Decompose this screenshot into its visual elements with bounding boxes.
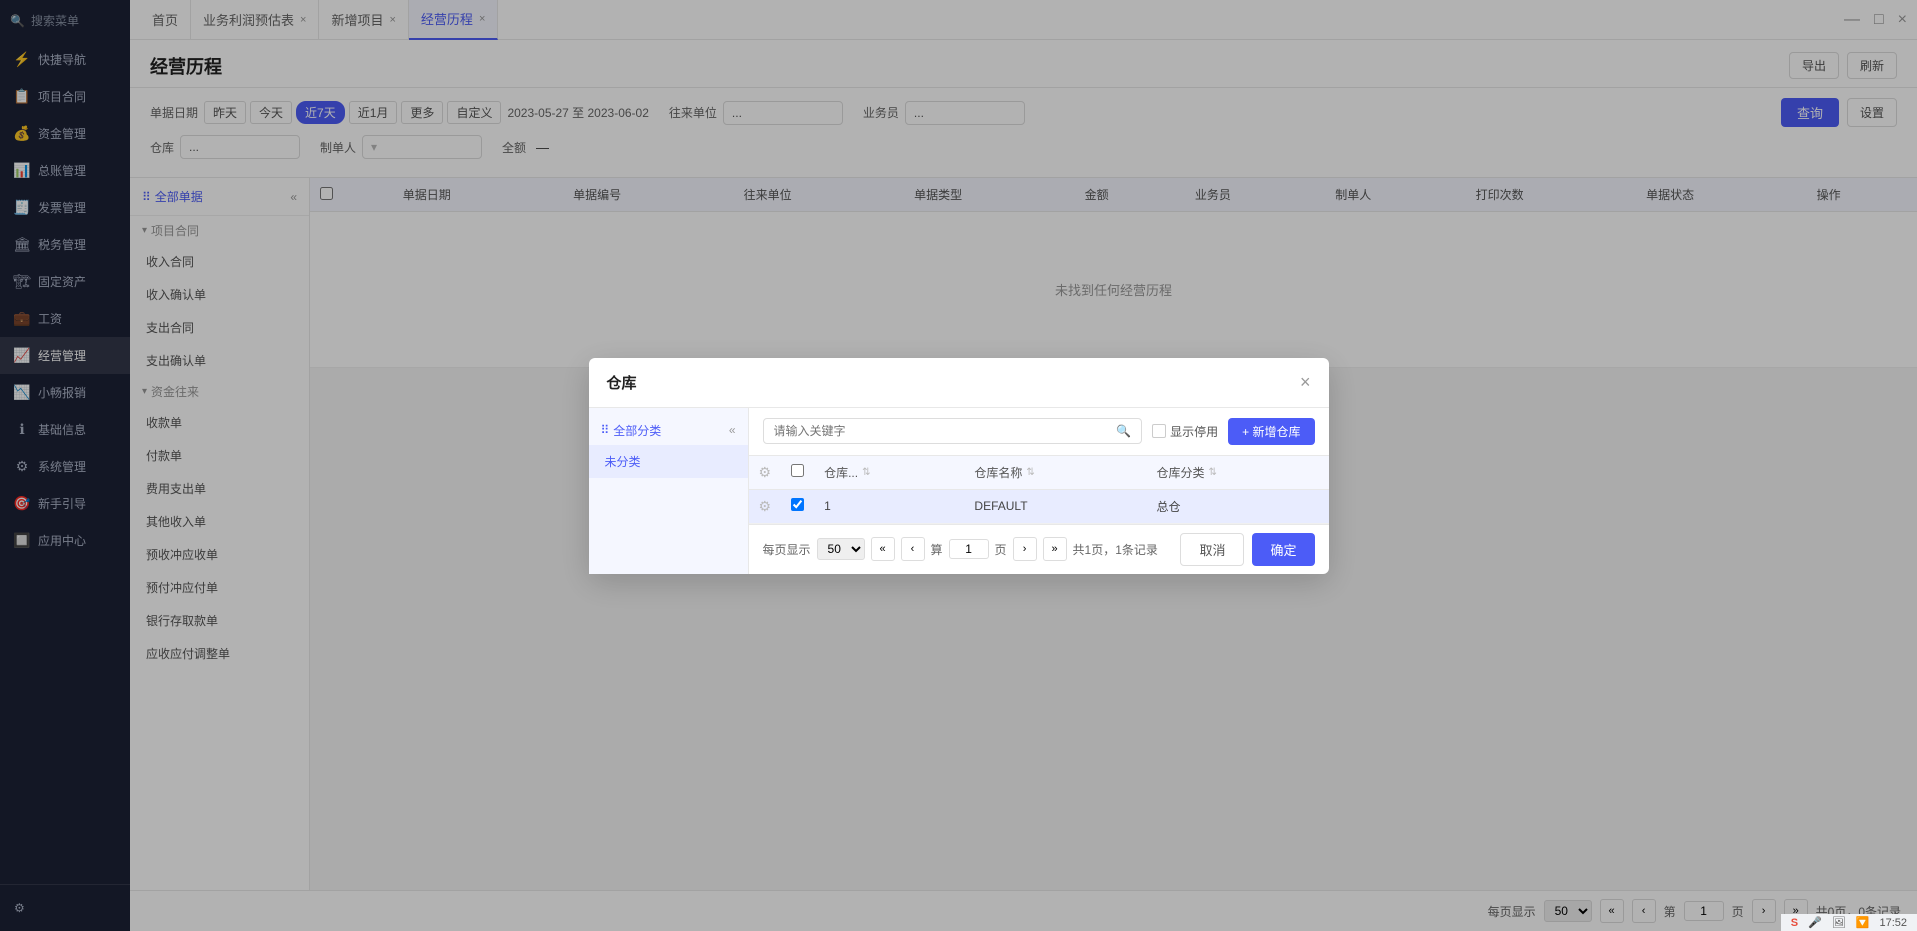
modal-col-category: 仓库分类 ⇅	[1146, 456, 1328, 490]
modal-search-input[interactable]	[774, 424, 1111, 438]
tray-time: 17:52	[1879, 917, 1907, 929]
table-row[interactable]: ⚙ 1 DEFAULT 总仓	[749, 489, 1329, 523]
modal-page-suffix: 页	[995, 541, 1007, 558]
modal-col-category-label: 仓库分类	[1156, 464, 1204, 481]
modal-footer: 每页显示 50 « ‹ 算 页 › » 共1页，1条记录	[749, 524, 1329, 574]
tray-icon-mic: 🎤	[1808, 916, 1822, 929]
gear-icon[interactable]: ⚙	[759, 464, 772, 480]
sort-icon-code: ⇅	[862, 467, 870, 478]
modal-col-gear: ⚙	[749, 456, 782, 490]
modal-cancel-button[interactable]: 取消	[1180, 533, 1244, 566]
modal-col-name: 仓库名称 ⇅	[964, 456, 1146, 490]
modal-row-gear: ⚙	[749, 489, 782, 523]
warehouse-modal: 仓库 × ⠿ 全部分类 « 未分类	[589, 358, 1329, 574]
show-disabled-checkbox[interactable]	[1152, 424, 1166, 438]
modal-search-icon: 🔍	[1116, 424, 1131, 438]
modal-prev-page[interactable]: ‹	[901, 537, 925, 561]
modal-all-label: 全部分类	[613, 422, 661, 439]
modal-col-name-label: 仓库名称	[974, 464, 1022, 481]
modal-per-page-select[interactable]: 50	[817, 538, 865, 560]
modal-close-button[interactable]: ×	[1300, 372, 1311, 393]
modal-title: 仓库	[607, 372, 637, 393]
modal-total-label: 共1页，1条记录	[1073, 541, 1158, 558]
modal-page-label: 算	[931, 541, 943, 558]
tray-icon-s: S	[1791, 917, 1798, 929]
modal-row-name: 总仓	[1146, 489, 1328, 523]
modal-select-all[interactable]	[791, 464, 804, 477]
modal-footer-buttons: 取消 确定	[1180, 533, 1314, 566]
modal-first-page[interactable]: «	[871, 537, 895, 561]
modal-page-input[interactable]	[949, 539, 989, 559]
modal-right-panel: 🔍 显示停用 + 新增仓库 ⚙	[749, 408, 1329, 574]
modal-table-wrap: ⚙ 仓库... ⇅	[749, 456, 1329, 524]
row-gear-icon[interactable]: ⚙	[759, 498, 772, 514]
modal-left-panel: ⠿ 全部分类 « 未分类	[589, 408, 749, 574]
modal-table: ⚙ 仓库... ⇅	[749, 456, 1329, 524]
show-disabled-label: 显示停用	[1170, 423, 1218, 440]
modal-col-checkbox	[781, 456, 814, 490]
show-disabled-toggle: 显示停用	[1152, 423, 1218, 440]
modal-header: 仓库 ×	[589, 358, 1329, 408]
modal-left-uncategorized[interactable]: 未分类	[589, 445, 748, 478]
modal-row-checkbox-1[interactable]	[791, 498, 804, 511]
modal-col-code: 仓库... ⇅	[814, 456, 964, 490]
modal-per-page-label: 每页显示	[763, 541, 811, 558]
modal-row-code: DEFAULT	[964, 489, 1146, 523]
modal-row-checkbox	[781, 489, 814, 523]
sort-icon-name: ⇅	[1026, 467, 1034, 478]
modal-left-collapse[interactable]: «	[729, 423, 736, 437]
modal-confirm-button[interactable]: 确定	[1252, 533, 1314, 566]
tray-icon-filter: 🔽	[1856, 916, 1870, 929]
modal-row-id: 1	[814, 489, 964, 523]
tray-icon-img: 🖼	[1832, 916, 1846, 929]
sort-icon-category: ⇅	[1208, 467, 1216, 478]
modal-search-wrapper: 🔍	[763, 418, 1143, 444]
modal-body: ⠿ 全部分类 « 未分类 🔍 显	[589, 408, 1329, 574]
system-tray: S 🎤 🖼 🔽 17:52	[1781, 914, 1917, 931]
grid-icon-modal: ⠿	[601, 423, 610, 437]
modal-last-page[interactable]: »	[1043, 537, 1067, 561]
modal-col-code-label: 仓库...	[824, 464, 858, 481]
modal-left-header: ⠿ 全部分类 «	[589, 416, 748, 445]
add-warehouse-button[interactable]: + 新增仓库	[1228, 418, 1314, 445]
modal-search-bar: 🔍 显示停用 + 新增仓库	[749, 408, 1329, 456]
modal-left-uncategorized-label: 未分类	[605, 455, 641, 469]
modal-pagination: 每页显示 50 « ‹ 算 页 › » 共1页，1条记录	[763, 537, 1158, 561]
modal-overlay: 仓库 × ⠿ 全部分类 « 未分类	[0, 0, 1917, 931]
modal-next-page[interactable]: ›	[1013, 537, 1037, 561]
